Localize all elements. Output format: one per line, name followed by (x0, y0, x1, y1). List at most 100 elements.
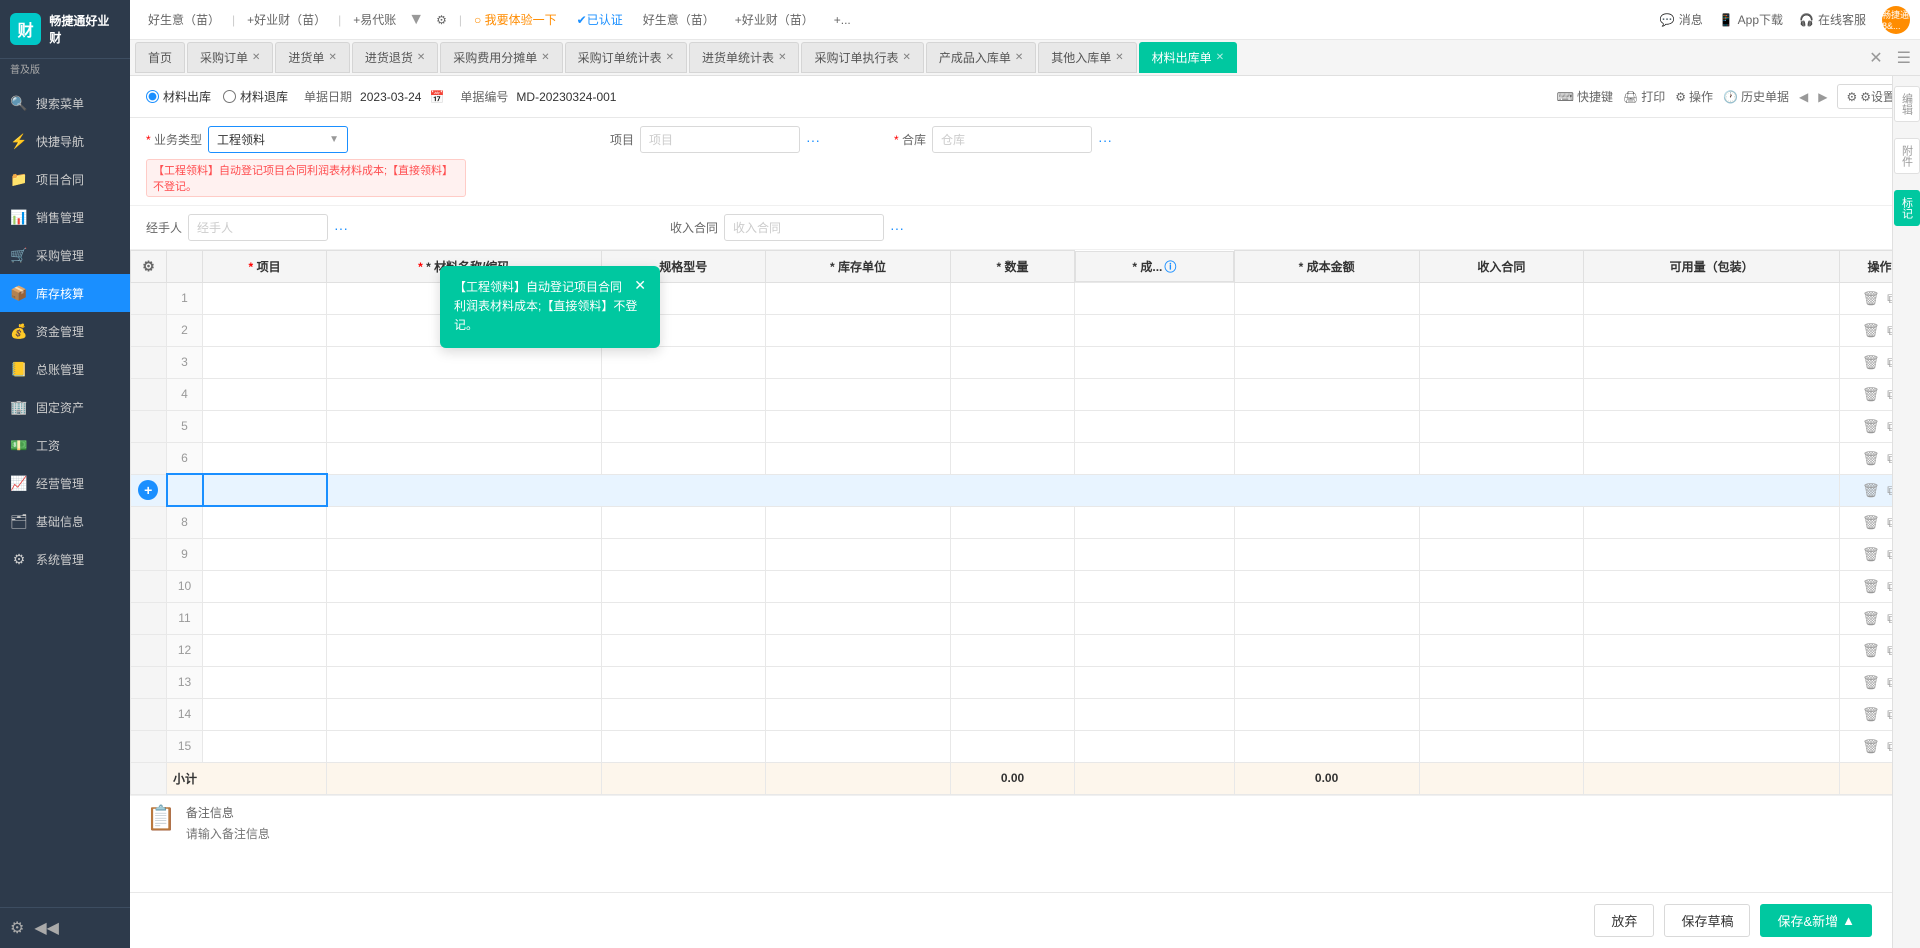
delete-icon[interactable]: 🗑 (1860, 544, 1882, 564)
row-cost-amount[interactable] (1234, 346, 1419, 378)
info-icon[interactable]: ⓘ (1164, 258, 1176, 275)
row-available[interactable] (1584, 634, 1840, 666)
row-spec[interactable] (601, 538, 766, 570)
row-income-contract[interactable] (1419, 538, 1584, 570)
row-income-contract[interactable] (1419, 346, 1584, 378)
row-available[interactable] (1584, 314, 1840, 346)
row-material[interactable] (327, 634, 601, 666)
delete-icon[interactable]: 🗑 (1860, 736, 1882, 756)
row-cost[interactable] (1075, 506, 1235, 538)
row-cost[interactable] (1075, 410, 1235, 442)
col-cost[interactable]: * 成... ⓘ (1075, 251, 1234, 282)
row-income-contract[interactable] (1419, 282, 1584, 314)
row-stock-unit[interactable] (766, 506, 951, 538)
add-row-button[interactable]: + (138, 480, 158, 500)
topbar-more[interactable]: +... (826, 9, 859, 31)
nav-prev-icon[interactable]: ◀ (1799, 90, 1808, 104)
row-project[interactable] (203, 506, 327, 538)
right-mark-icon[interactable]: 标记 (1894, 190, 1920, 226)
topbar-haoyecai[interactable]: +好业财（苗） (239, 7, 334, 32)
row-cost-amount[interactable] (1234, 698, 1419, 730)
col-cost-amount[interactable]: * 成本金额 (1234, 251, 1419, 283)
table-settings-col[interactable]: ⚙ (131, 251, 167, 283)
row-income-contract[interactable] (1419, 570, 1584, 602)
row-spec[interactable] (601, 378, 766, 410)
row-cost[interactable] (1075, 602, 1235, 634)
row-quantity[interactable] (950, 346, 1074, 378)
row-cost-amount[interactable] (1234, 282, 1419, 314)
row-quantity[interactable] (950, 410, 1074, 442)
user-avatar[interactable]: 畅捷通8&... (1882, 6, 1910, 34)
row-spec[interactable] (601, 666, 766, 698)
tab-close-icon[interactable]: ✕ (328, 52, 336, 63)
row-available[interactable] (1584, 442, 1840, 474)
row-material[interactable] (327, 602, 601, 634)
row-quantity[interactable] (950, 602, 1074, 634)
delete-icon[interactable]: 🗑 (1860, 352, 1882, 372)
row-stock-unit[interactable] (766, 698, 951, 730)
col-available[interactable]: 可用量（包装） (1584, 251, 1840, 283)
row-material[interactable] (327, 570, 601, 602)
row-income-contract[interactable] (1419, 634, 1584, 666)
row-project[interactable] (203, 442, 327, 474)
row-stock-unit[interactable] (766, 314, 951, 346)
tab-close-icon[interactable]: ✕ (541, 52, 549, 63)
row-available[interactable] (1584, 698, 1840, 730)
row-stock-unit[interactable] (766, 570, 951, 602)
row-material[interactable] (327, 730, 601, 762)
row-material[interactable] (327, 666, 601, 698)
row-available[interactable] (1584, 378, 1840, 410)
handler-more-icon[interactable]: ··· (334, 220, 348, 236)
project-input[interactable]: 项目 (640, 126, 800, 153)
row-cost[interactable] (1075, 378, 1235, 410)
row-available[interactable] (1584, 570, 1840, 602)
row-available[interactable] (1584, 282, 1840, 314)
row-income-contract[interactable] (1419, 730, 1584, 762)
topbar-haoyecai2[interactable]: +好业财（苗） (727, 7, 822, 32)
row-spec[interactable] (601, 506, 766, 538)
sidebar-item-base-info[interactable]: 🗂 基础信息 (0, 502, 130, 540)
nav-next-icon[interactable]: ▶ (1818, 90, 1827, 104)
row-income-contract[interactable] (1419, 442, 1584, 474)
row-project[interactable] (203, 314, 327, 346)
row-cell-3[interactable] (327, 474, 1840, 506)
save-draft-button[interactable]: 保存草稿 (1664, 904, 1750, 937)
row-cost-amount[interactable] (1234, 730, 1419, 762)
row-stock-unit[interactable] (766, 666, 951, 698)
delete-icon[interactable]: 🗑 (1860, 480, 1882, 500)
row-quantity[interactable] (950, 506, 1074, 538)
message-btn[interactable]: 💬 消息 (1660, 11, 1703, 28)
project-more-icon[interactable]: ··· (806, 132, 820, 148)
row-project[interactable] (203, 666, 327, 698)
topbar-certified[interactable]: ✔已认证 (569, 7, 631, 32)
tab-close-all-icon[interactable]: ✕ (1865, 46, 1886, 70)
discard-button[interactable]: 放弃 (1594, 904, 1654, 937)
row-spec[interactable] (601, 570, 766, 602)
row-available[interactable] (1584, 410, 1840, 442)
row-income-contract[interactable] (1419, 410, 1584, 442)
tab-purchase-expense[interactable]: 采购费用分摊单 ✕ (440, 42, 562, 73)
right-attachment-icon[interactable]: 附件 (1894, 138, 1920, 174)
row-income-contract[interactable] (1419, 506, 1584, 538)
tab-close-icon[interactable]: ✕ (902, 52, 910, 63)
topbar-haoshengyi2[interactable]: 好生意（苗） (635, 7, 723, 32)
delete-icon[interactable]: 🗑 (1860, 448, 1882, 468)
sidebar-collapse-icon[interactable]: ◀◀ (34, 918, 59, 938)
row-income-contract[interactable] (1419, 314, 1584, 346)
shortcut-btn[interactable]: ⌨ 快捷键 (1557, 88, 1613, 105)
sidebar-item-sales[interactable]: 📊 销售管理 (0, 198, 130, 236)
row-available[interactable] (1584, 538, 1840, 570)
row-quantity[interactable] (950, 698, 1074, 730)
tab-purchase-exec[interactable]: 采购订单执行表 ✕ (801, 42, 923, 73)
radio-return-input[interactable] (223, 90, 236, 103)
row-project[interactable] (203, 730, 327, 762)
sidebar-item-shortcut[interactable]: ⚡ 快捷导航 (0, 122, 130, 160)
row-material[interactable] (327, 506, 601, 538)
save-new-button[interactable]: 保存&新增 ▲ (1760, 904, 1872, 937)
row-spec[interactable] (601, 442, 766, 474)
sidebar-item-purchase[interactable]: 🛒 采购管理 (0, 236, 130, 274)
row-cost[interactable] (1075, 698, 1235, 730)
row-project[interactable] (203, 570, 327, 602)
row-project[interactable] (203, 410, 327, 442)
row-cost[interactable] (1075, 666, 1235, 698)
